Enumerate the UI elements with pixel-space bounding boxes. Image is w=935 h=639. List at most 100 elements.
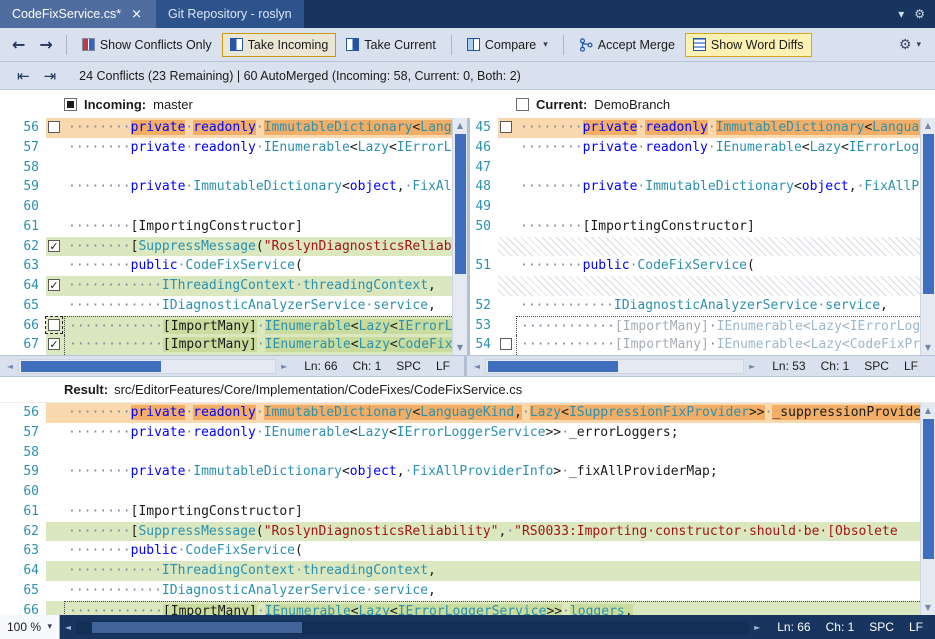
code-text[interactable]	[64, 443, 920, 463]
code-text[interactable]: ········private·ImmutableDictionary<obje…	[64, 462, 920, 482]
current-code-pane[interactable]: 45········private·readonly·ImmutableDict…	[470, 118, 920, 355]
code-line[interactable]: 47	[470, 158, 920, 178]
result-horizontal-scrollbar[interactable]	[76, 621, 749, 634]
code-text[interactable]: ············[ImportMany]·IEnumerable<Laz…	[516, 316, 920, 336]
code-text[interactable]: ········public·CodeFixService(	[516, 256, 920, 276]
code-line[interactable]: 66············[ImportMany]·IEnumerable<L…	[0, 316, 452, 336]
conflict-checkbox[interactable]: ✓	[48, 279, 60, 291]
code-text[interactable]: ········public·CodeFixService(	[64, 541, 920, 561]
zoom-control[interactable]: 100 % ▾	[0, 615, 60, 639]
code-line[interactable]: 64············IThreadingContext·threadin…	[0, 561, 920, 581]
code-text[interactable]: ········private·readonly·ImmutableDictio…	[516, 118, 920, 138]
scroll-left-icon[interactable]: ◄	[469, 359, 485, 374]
result-code-pane[interactable]: 56········private·readonly·ImmutableDict…	[0, 403, 920, 615]
code-line[interactable]: 60	[0, 197, 452, 217]
incoming-vertical-scrollbar[interactable]: ▲ ▼	[452, 118, 467, 355]
code-text[interactable]: ············IDiagnosticAnalyzerService·s…	[64, 581, 920, 601]
code-line[interactable]: 62✓········[SuppressMessage("RoslynDiagn…	[0, 237, 452, 257]
conflict-checkbox[interactable]	[500, 338, 512, 350]
code-line[interactable]: 59········private·ImmutableDictionary<ob…	[0, 177, 452, 197]
code-text[interactable]: ········private·readonly·IEnumerable<Laz…	[64, 423, 920, 443]
conflict-checkbox[interactable]	[48, 121, 60, 133]
scroll-down-icon[interactable]: ▼	[921, 600, 935, 615]
scrollbar-thumb[interactable]	[488, 361, 618, 372]
conflict-checkbox[interactable]	[500, 121, 512, 133]
goto-next-conflict-button[interactable]: ⇥	[37, 67, 64, 85]
code-text[interactable]: ········[ImportingConstructor]	[64, 502, 920, 522]
scroll-right-icon[interactable]: ►	[749, 623, 765, 632]
scroll-right-icon[interactable]: ►	[276, 359, 292, 374]
code-line[interactable]: 45········private·readonly·ImmutableDict…	[470, 118, 920, 138]
scrollbar-thumb[interactable]	[455, 134, 466, 274]
code-line[interactable]: 65············IDiagnosticAnalyzerService…	[0, 296, 452, 316]
code-line[interactable]: 63········public·CodeFixService(	[0, 541, 920, 561]
code-text[interactable]: ············IDiagnosticAnalyzerService·s…	[64, 296, 452, 316]
code-text[interactable]: ············[ImportMany]·IEnumerable<Laz…	[516, 335, 920, 355]
code-text[interactable]: ········public·CodeFixService(	[64, 256, 452, 276]
show-conflicts-only-button[interactable]: Show Conflicts Only	[74, 33, 220, 57]
chevron-down-icon[interactable]: ▾	[898, 7, 904, 21]
code-line[interactable]: 56········private·readonly·ImmutableDict…	[0, 403, 920, 423]
code-text[interactable]: ········private·readonly·IEnumerable<Laz…	[516, 138, 920, 158]
code-line[interactable]: 61········[ImportingConstructor]	[0, 217, 452, 237]
code-line[interactable]: 61········[ImportingConstructor]	[0, 502, 920, 522]
scroll-left-icon[interactable]: ◄	[60, 623, 76, 632]
code-text[interactable]: ········[SuppressMessage("RoslynDiagnost…	[64, 237, 452, 257]
code-line[interactable]: 62········[SuppressMessage("RoslynDiagno…	[0, 522, 920, 542]
current-horizontal-scrollbar[interactable]	[485, 359, 744, 374]
scrollbar-thumb[interactable]	[21, 361, 161, 372]
code-text[interactable]: ········private·readonly·ImmutableDictio…	[64, 403, 920, 423]
tab-git-repository[interactable]: Git Repository - roslyn	[156, 0, 304, 28]
code-text[interactable]: ········[ImportingConstructor]	[516, 217, 920, 237]
code-text[interactable]	[64, 158, 452, 178]
gear-icon[interactable]: ⚙	[914, 7, 925, 21]
back-button[interactable]: ←	[6, 35, 31, 54]
scroll-up-icon[interactable]: ▲	[453, 118, 467, 133]
code-text[interactable]: ········private·readonly·IEnumerable<Laz…	[64, 138, 452, 158]
code-line[interactable]: 46········private·readonly·IEnumerable<L…	[470, 138, 920, 158]
code-line[interactable]: 63········public·CodeFixService(	[0, 256, 452, 276]
code-line[interactable]: 65············IDiagnosticAnalyzerService…	[0, 581, 920, 601]
code-line[interactable]: 59········private·ImmutableDictionary<ob…	[0, 462, 920, 482]
code-text[interactable]: ············IDiagnosticAnalyzerService·s…	[516, 296, 920, 316]
incoming-code-pane[interactable]: 56········private·readonly·ImmutableDict…	[0, 118, 452, 355]
code-line[interactable]: 66············[ImportMany]·IEnumerable<L…	[0, 601, 920, 616]
current-vertical-scrollbar[interactable]: ▲ ▼	[920, 118, 935, 355]
take-incoming-button[interactable]: Take Incoming	[222, 33, 337, 57]
code-line[interactable]: 67✓············[ImportMany]·IEnumerable<…	[0, 335, 452, 355]
code-line[interactable]: 64✓············IThreadingContext·threadi…	[0, 276, 452, 296]
current-select-all-checkbox[interactable]	[516, 98, 529, 111]
scroll-down-icon[interactable]: ▼	[453, 340, 467, 355]
code-text[interactable]: ········private·ImmutableDictionary<obje…	[516, 177, 920, 197]
chevron-down-icon[interactable]: ▾	[916, 40, 921, 50]
conflict-checkbox[interactable]: ✓	[48, 240, 60, 252]
code-text[interactable]	[516, 197, 920, 217]
code-text[interactable]	[64, 482, 920, 502]
code-line[interactable]: 58	[0, 443, 920, 463]
code-text[interactable]: ········private·ImmutableDictionary<obje…	[64, 177, 452, 197]
scrollbar-thumb[interactable]	[92, 622, 302, 633]
code-text[interactable]: ············[ImportMany]·IEnumerable<Laz…	[64, 316, 452, 336]
accept-merge-button[interactable]: Accept Merge	[571, 33, 683, 57]
scroll-down-icon[interactable]: ▼	[921, 340, 935, 355]
code-text[interactable]	[64, 197, 452, 217]
close-icon[interactable]: ×	[129, 7, 144, 22]
incoming-horizontal-scrollbar[interactable]	[18, 359, 276, 374]
code-line[interactable]: 58	[0, 158, 452, 178]
scrollbar-thumb[interactable]	[923, 419, 934, 559]
code-text[interactable]: ············IThreadingContext·threadingC…	[64, 276, 452, 296]
code-line[interactable]: 53············[ImportMany]·IEnumerable<L…	[470, 316, 920, 336]
code-line[interactable]: 50········[ImportingConstructor]	[470, 217, 920, 237]
incoming-select-all-checkbox[interactable]	[64, 98, 77, 111]
gear-icon[interactable]: ⚙	[899, 37, 912, 53]
code-text[interactable]: ········private·readonly·ImmutableDictio…	[64, 118, 452, 138]
code-text[interactable]: ············IThreadingContext·threadingC…	[64, 561, 920, 581]
code-line[interactable]: 49	[470, 197, 920, 217]
code-line[interactable]: 57········private·readonly·IEnumerable<L…	[0, 138, 452, 158]
scroll-up-icon[interactable]: ▲	[921, 403, 935, 418]
scrollbar-thumb[interactable]	[923, 134, 934, 294]
take-current-button[interactable]: Take Current	[338, 33, 444, 57]
scroll-up-icon[interactable]: ▲	[921, 118, 935, 133]
code-line[interactable]: 60	[0, 482, 920, 502]
code-line[interactable]: 48········private·ImmutableDictionary<ob…	[470, 177, 920, 197]
